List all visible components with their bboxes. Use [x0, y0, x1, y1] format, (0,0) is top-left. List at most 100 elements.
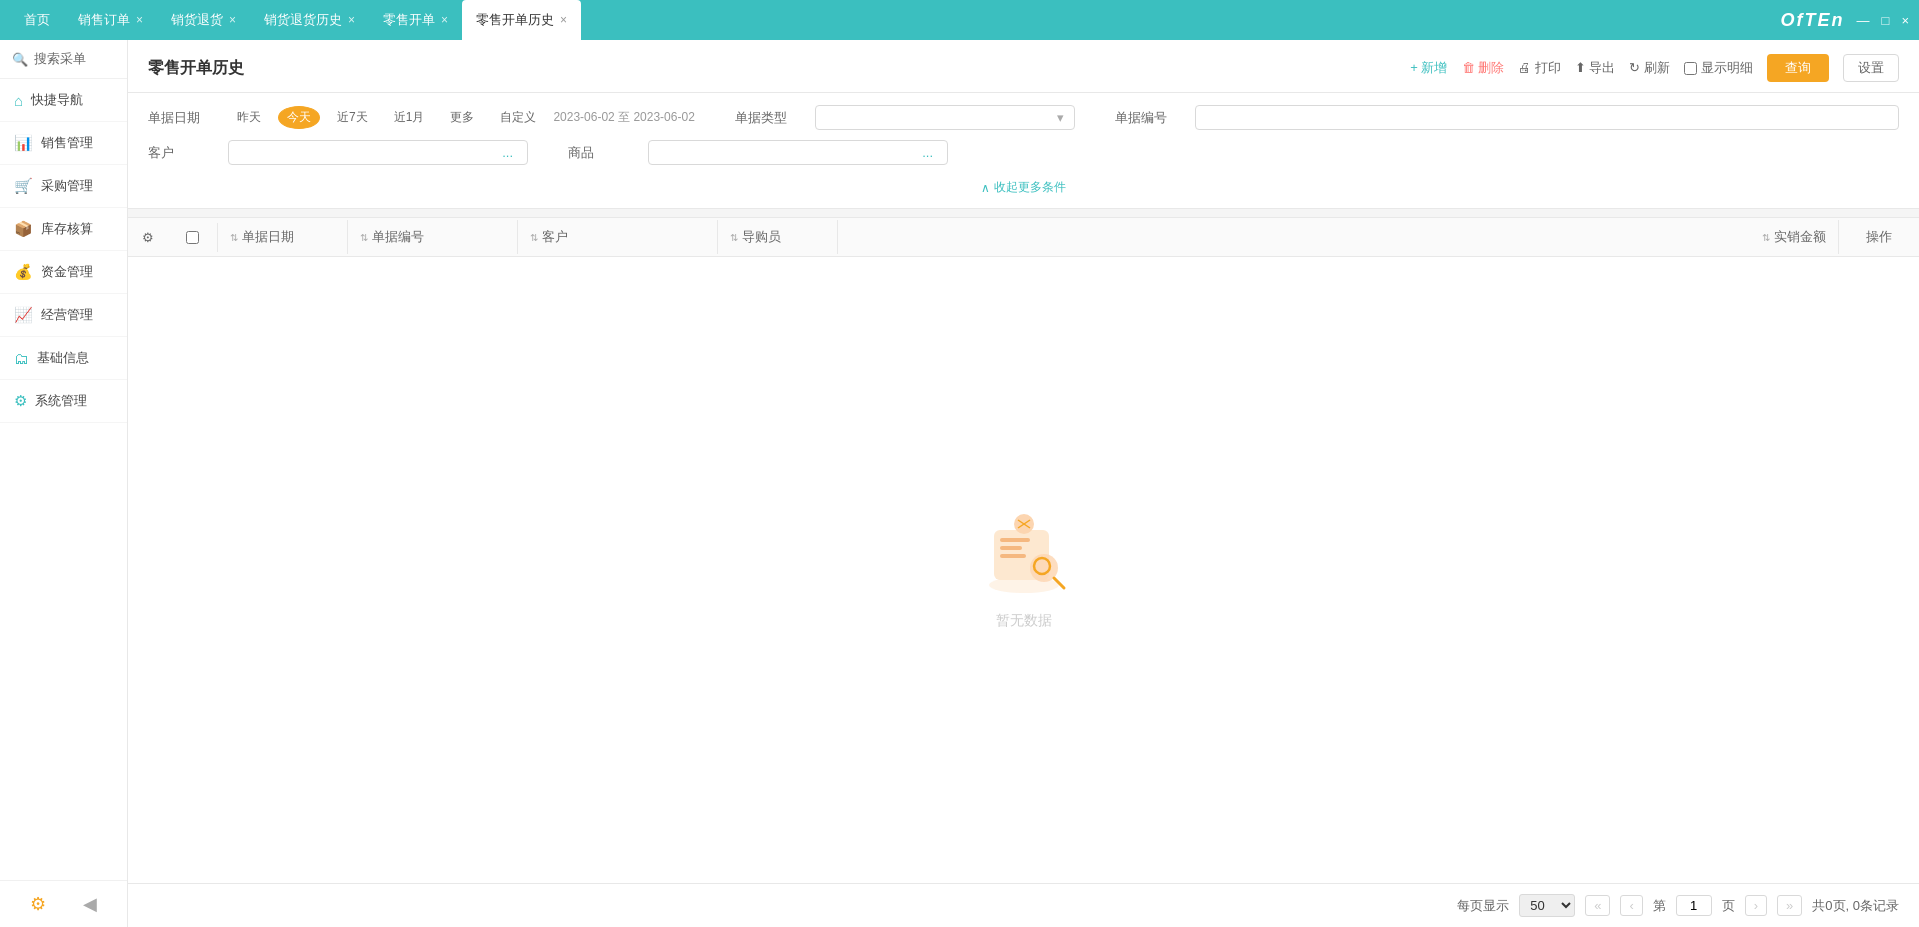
doc-type-select[interactable]: ▾: [815, 105, 1075, 130]
window-close[interactable]: ×: [1901, 13, 1909, 28]
page-title: 零售开单历史: [148, 58, 244, 79]
tab-retail-open-close[interactable]: ×: [441, 13, 448, 27]
sidebar-item-sales-mgmt[interactable]: 📊 销售管理: [0, 122, 127, 165]
th-operation-label: 操作: [1866, 228, 1892, 246]
window-maximize[interactable]: □: [1882, 13, 1890, 28]
page-size-select[interactable]: 50 20 100: [1519, 894, 1575, 917]
display-detail-input[interactable]: [1684, 62, 1697, 75]
tab-sales-return-history-close[interactable]: ×: [348, 13, 355, 27]
svg-rect-4: [1000, 554, 1026, 558]
customer-ellipsis-btn[interactable]: ...: [498, 145, 517, 160]
query-button[interactable]: 查询: [1767, 54, 1829, 82]
tab-sales-order[interactable]: 销售订单 ×: [64, 0, 157, 40]
customer-label: 客户: [148, 144, 208, 162]
toolbar: + 新增 🗑 删除 🖨 打印 ⬆ 导出 ↻ 刷新 显示明细 查询 设置: [1410, 54, 1899, 82]
date-btn-1month[interactable]: 近1月: [385, 106, 434, 129]
sidebar-item-sales-label: 销售管理: [41, 134, 93, 152]
sidebar-item-finance[interactable]: 💰 资金管理: [0, 251, 127, 294]
page-header: 零售开单历史 + 新增 🗑 删除 🖨 打印 ⬆ 导出 ↻ 刷新 显示明细 查询 …: [128, 40, 1919, 93]
basic-info-icon: 🗂: [14, 350, 29, 367]
select-all-checkbox[interactable]: [186, 231, 199, 244]
current-page-input[interactable]: [1676, 895, 1712, 916]
column-settings-icon[interactable]: ⚙: [142, 230, 154, 245]
sidebar-item-inventory[interactable]: 📦 库存核算: [0, 208, 127, 251]
brand-logo: OfTEn: [1781, 10, 1845, 31]
tab-sales-return[interactable]: 销货退货 ×: [157, 0, 250, 40]
total-label: 共0页, 0条记录: [1812, 897, 1899, 915]
collapse-arrow-icon: ∧: [981, 181, 990, 195]
tab-sales-order-close[interactable]: ×: [136, 13, 143, 27]
empty-text: 暂无数据: [996, 612, 1052, 630]
last-page-btn[interactable]: »: [1777, 895, 1802, 916]
tab-retail-open-history-close[interactable]: ×: [560, 13, 567, 27]
date-btn-more[interactable]: 更多: [441, 106, 483, 129]
refresh-button[interactable]: ↻ 刷新: [1629, 59, 1670, 77]
sidebar-item-finance-label: 资金管理: [41, 263, 93, 281]
doc-num-input[interactable]: [1195, 105, 1899, 130]
page-label: 页: [1722, 897, 1735, 915]
tab-home[interactable]: 首页: [10, 0, 64, 40]
doc-num-label: 单据编号: [1115, 109, 1175, 127]
th-guide-label: 导购员: [742, 228, 781, 246]
th-checkbox[interactable]: [168, 223, 218, 252]
export-button[interactable]: ⬆ 导出: [1575, 59, 1616, 77]
goods-input[interactable]: [659, 145, 918, 160]
date-label: 单据日期: [148, 109, 208, 127]
date-btn-today[interactable]: 今天: [278, 106, 320, 129]
tab-sales-return-history-label: 销货退货历史: [264, 11, 342, 29]
search-icon: 🔍: [12, 52, 28, 67]
sidebar-item-system-mgmt[interactable]: ⚙ 系统管理: [0, 380, 127, 423]
sidebar-collapse-icon[interactable]: ◀: [83, 893, 97, 915]
tab-sales-return-close[interactable]: ×: [229, 13, 236, 27]
page-size-label: 每页显示: [1457, 897, 1509, 915]
sidebar-item-purchase-label: 采购管理: [41, 177, 93, 195]
sales-icon: 📊: [14, 134, 33, 152]
collapse-label: 收起更多条件: [994, 179, 1066, 196]
tab-sales-order-label: 销售订单: [78, 11, 130, 29]
print-button[interactable]: 🖨 打印: [1518, 59, 1561, 77]
sort-num-icon[interactable]: ⇅: [360, 232, 368, 243]
sidebar-item-quick-nav-label: 快捷导航: [31, 91, 83, 109]
new-button[interactable]: + 新增: [1410, 59, 1447, 77]
sort-guide-icon[interactable]: ⇅: [730, 232, 738, 243]
sort-date-icon[interactable]: ⇅: [230, 232, 238, 243]
dropdown-icon: ▾: [1057, 110, 1064, 125]
tab-retail-open-history[interactable]: 零售开单历史 ×: [462, 0, 581, 40]
sidebar-settings-icon[interactable]: ⚙: [30, 893, 46, 915]
tab-home-label: 首页: [24, 11, 50, 29]
th-guide: ⇅ 导购员: [718, 220, 838, 254]
sidebar-item-quick-nav[interactable]: ⌂ 快捷导航: [0, 79, 127, 122]
first-page-btn[interactable]: «: [1585, 895, 1610, 916]
tab-retail-open-history-label: 零售开单历史: [476, 11, 554, 29]
sort-customer-icon[interactable]: ⇅: [530, 232, 538, 243]
date-btn-custom[interactable]: 自定义: [491, 106, 545, 129]
sidebar-item-purchase-mgmt[interactable]: 🛒 采购管理: [0, 165, 127, 208]
delete-button[interactable]: 🗑 删除: [1462, 59, 1505, 77]
sidebar-item-basic-info-label: 基础信息: [37, 349, 89, 367]
display-detail-checkbox[interactable]: 显示明细: [1684, 59, 1753, 77]
page-word: 第: [1653, 897, 1666, 915]
sort-amount-icon[interactable]: ⇅: [1762, 232, 1770, 243]
tab-retail-open-label: 零售开单: [383, 11, 435, 29]
date-btn-yesterday[interactable]: 昨天: [228, 106, 270, 129]
customer-input[interactable]: [239, 145, 498, 160]
tab-retail-open[interactable]: 零售开单 ×: [369, 0, 462, 40]
sidebar-item-basic-info[interactable]: 🗂 基础信息: [0, 337, 127, 380]
sidebar-item-system-label: 系统管理: [35, 392, 87, 410]
tab-sales-return-label: 销货退货: [171, 11, 223, 29]
purchase-icon: 🛒: [14, 177, 33, 195]
collapse-btn[interactable]: ∧ 收起更多条件: [981, 179, 1066, 196]
main-layout: 🔍 搜索采单 ⌂ 快捷导航 📊 销售管理 🛒 采购管理 📦 库存核算 💰 资金管…: [0, 40, 1919, 927]
pagination: 每页显示 50 20 100 « ‹ 第 页 › » 共0页, 0条记录: [128, 883, 1919, 927]
prev-page-btn[interactable]: ‹: [1620, 895, 1642, 916]
window-minimize[interactable]: —: [1857, 13, 1870, 28]
sidebar-search[interactable]: 🔍 搜索采单: [0, 40, 127, 79]
th-settings[interactable]: ⚙: [128, 222, 168, 253]
goods-ellipsis-btn[interactable]: ...: [918, 145, 937, 160]
sidebar-item-operations[interactable]: 📈 经营管理: [0, 294, 127, 337]
next-page-btn[interactable]: ›: [1745, 895, 1767, 916]
settings-button[interactable]: 设置: [1843, 54, 1899, 82]
date-btn-7days[interactable]: 近7天: [328, 106, 377, 129]
sidebar-search-label: 搜索采单: [34, 50, 86, 68]
tab-sales-return-history[interactable]: 销货退货历史 ×: [250, 0, 369, 40]
